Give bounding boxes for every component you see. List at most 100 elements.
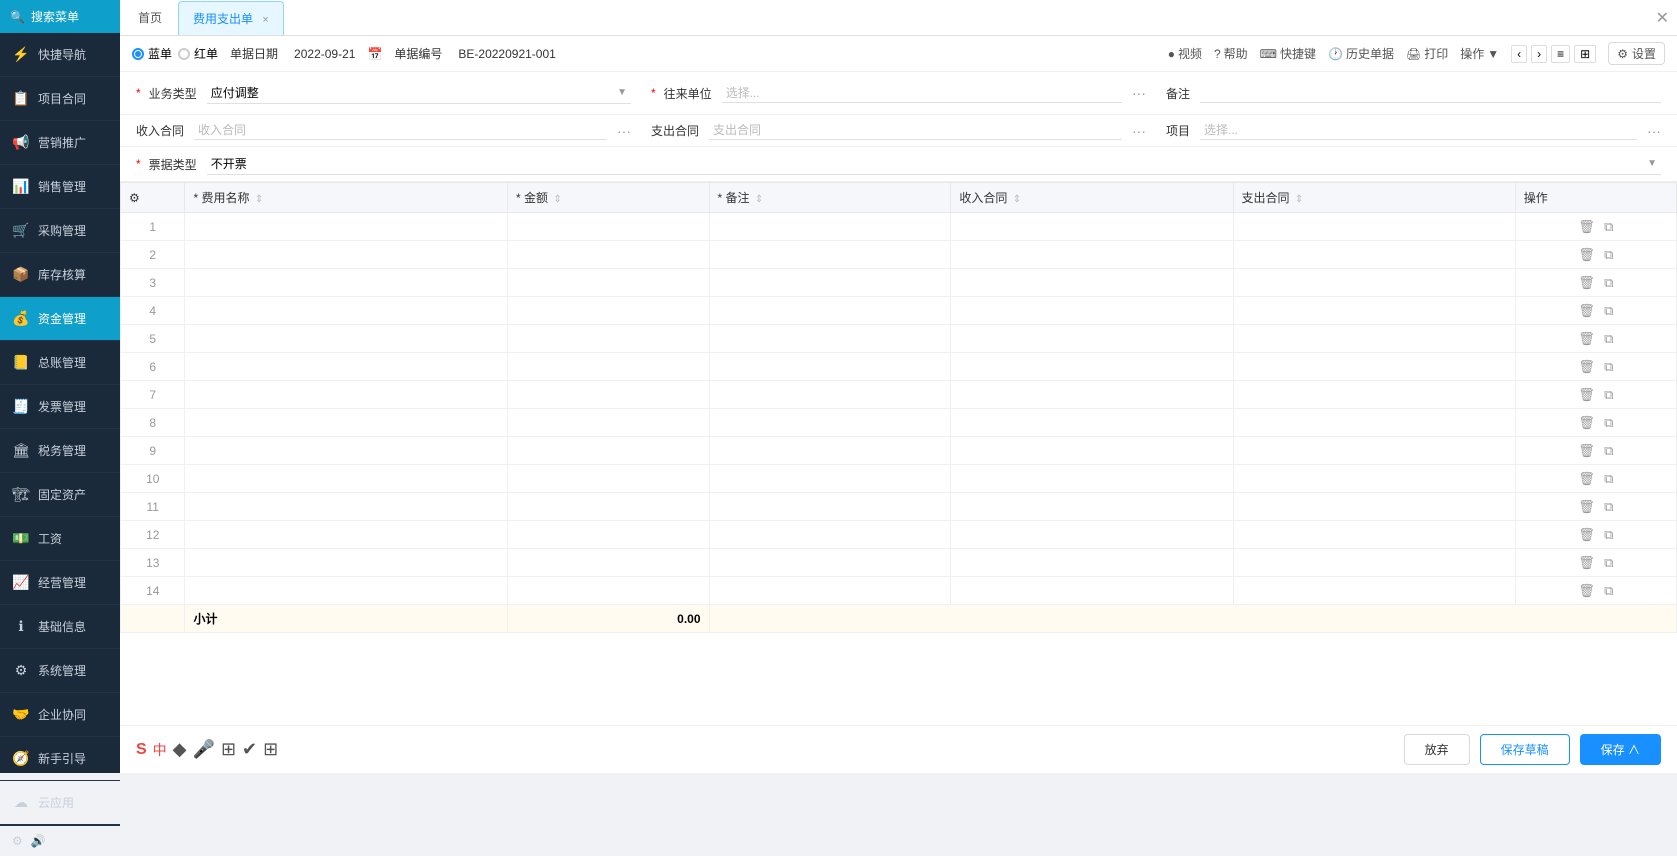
input-name-8[interactable] [185,414,506,432]
row-5-delete-btn[interactable]: 🗑 [1578,331,1595,346]
sort-note[interactable]: ⇕ [755,194,763,205]
input-income-8[interactable] [951,414,1232,432]
window-close-btn[interactable]: ✕ [1656,8,1669,28]
row-4-amount[interactable] [507,297,709,325]
row-8-delete-btn[interactable]: 🗑 [1578,415,1595,430]
row-12-delete-btn[interactable]: 🗑 [1578,527,1595,542]
abandon-btn[interactable]: 放弃 [1404,734,1470,765]
input-amount-4[interactable] [508,302,709,320]
row-11-name[interactable] [185,493,507,521]
sidebar-item-fixed-assets[interactable]: 🏗固定资产 [0,473,120,517]
input-note-2[interactable] [710,246,951,264]
input-name-3[interactable] [185,274,506,292]
input-name-10[interactable] [185,470,506,488]
row-3-income[interactable] [951,269,1233,297]
row-10-note[interactable] [709,465,951,493]
input-expense-contract-11[interactable] [1234,498,1515,516]
income-contract-input[interactable] [194,121,607,140]
input-income-13[interactable] [951,554,1232,572]
sidebar-item-basic-info[interactable]: ℹ基础信息 [0,605,120,649]
input-expense-contract-1[interactable] [1234,218,1515,236]
row-6-delete-btn[interactable]: 🗑 [1578,359,1595,374]
input-note-10[interactable] [710,470,951,488]
sidebar-item-marketing[interactable]: 📢营销推广 [0,121,120,165]
input-income-7[interactable] [951,386,1232,404]
row-6-copy-btn[interactable]: ⧉ [1604,359,1613,374]
input-name-7[interactable] [185,386,506,404]
input-expense-contract-2[interactable] [1234,246,1515,264]
input-income-5[interactable] [951,330,1232,348]
input-note-13[interactable] [710,554,951,572]
row-13-amount[interactable] [507,549,709,577]
input-expense-contract-7[interactable] [1234,386,1515,404]
row-9-copy-btn[interactable]: ⧉ [1604,443,1613,458]
input-note-1[interactable] [710,218,951,236]
radio-red[interactable]: 红单 [178,45,218,62]
row-10-name[interactable] [185,465,507,493]
sidebar-item-enterprise-collab[interactable]: 🤝企业协同 [0,693,120,737]
row-8-amount[interactable] [507,409,709,437]
sidebar-item-ops-mgmt[interactable]: 📈经营管理 [0,561,120,605]
input-expense-contract-4[interactable] [1234,302,1515,320]
footer-check-icon[interactable]: ✔ [242,739,257,760]
calendar-icon[interactable]: 📅 [367,47,382,61]
input-income-10[interactable] [951,470,1232,488]
input-amount-13[interactable] [508,554,709,572]
project-more-btn[interactable]: ··· [1647,123,1661,139]
row-5-copy-btn[interactable]: ⧉ [1604,331,1613,346]
input-name-4[interactable] [185,302,506,320]
row-1-income[interactable] [951,213,1233,241]
input-note-9[interactable] [710,442,951,460]
input-note-14[interactable] [710,582,951,600]
business-type-select[interactable]: 应付调整 ▼ [207,82,631,104]
input-expense-contract-9[interactable] [1234,442,1515,460]
row-7-amount[interactable] [507,381,709,409]
input-note-3[interactable] [710,274,951,292]
row-2-note[interactable] [709,241,951,269]
row-4-name[interactable] [185,297,507,325]
input-amount-9[interactable] [508,442,709,460]
row-3-note[interactable] [709,269,951,297]
footer-s-icon[interactable]: S [136,741,147,759]
print-btn[interactable]: 🖨 打印 [1406,45,1448,62]
row-2-income[interactable] [951,241,1233,269]
row-1-note[interactable] [709,213,951,241]
row-11-delete-btn[interactable]: 🗑 [1578,499,1595,514]
row-13-note[interactable] [709,549,951,577]
input-expense-contract-5[interactable] [1234,330,1515,348]
row-12-name[interactable] [185,521,507,549]
row-14-copy-btn[interactable]: ⧉ [1604,583,1613,598]
input-amount-1[interactable] [508,218,709,236]
sidebar-item-project-contract[interactable]: 📋项目合同 [0,77,120,121]
counterparty-more-btn[interactable]: ··· [1132,85,1146,101]
row-2-amount[interactable] [507,241,709,269]
row-1-expense[interactable] [1233,213,1515,241]
input-name-9[interactable] [185,442,506,460]
row-6-expense[interactable] [1233,353,1515,381]
sort-amount[interactable]: ⇕ [553,194,561,205]
row-11-income[interactable] [951,493,1233,521]
sort-expense[interactable]: ⇕ [1295,194,1303,205]
row-12-expense[interactable] [1233,521,1515,549]
input-income-11[interactable] [951,498,1232,516]
input-income-3[interactable] [951,274,1232,292]
row-1-amount[interactable] [507,213,709,241]
input-name-5[interactable] [185,330,506,348]
row-7-delete-btn[interactable]: 🗑 [1578,387,1595,402]
input-name-11[interactable] [185,498,506,516]
row-5-income[interactable] [951,325,1233,353]
input-note-7[interactable] [710,386,951,404]
row-1-copy-btn[interactable]: ⧉ [1604,219,1613,234]
tab-close-btn[interactable]: × [262,14,268,26]
project-input[interactable] [1200,121,1637,140]
row-11-expense[interactable] [1233,493,1515,521]
shortcut-btn[interactable]: ⌨ 快捷键 [1260,45,1316,62]
row-7-note[interactable] [709,381,951,409]
row-1-name[interactable] [185,213,507,241]
input-expense-contract-8[interactable] [1234,414,1515,432]
row-14-note[interactable] [709,577,951,605]
row-13-copy-btn[interactable]: ⧉ [1604,555,1613,570]
row-2-copy-btn[interactable]: ⧉ [1604,247,1613,262]
row-14-name[interactable] [185,577,507,605]
expense-contract-more-btn[interactable]: ··· [1132,123,1146,139]
